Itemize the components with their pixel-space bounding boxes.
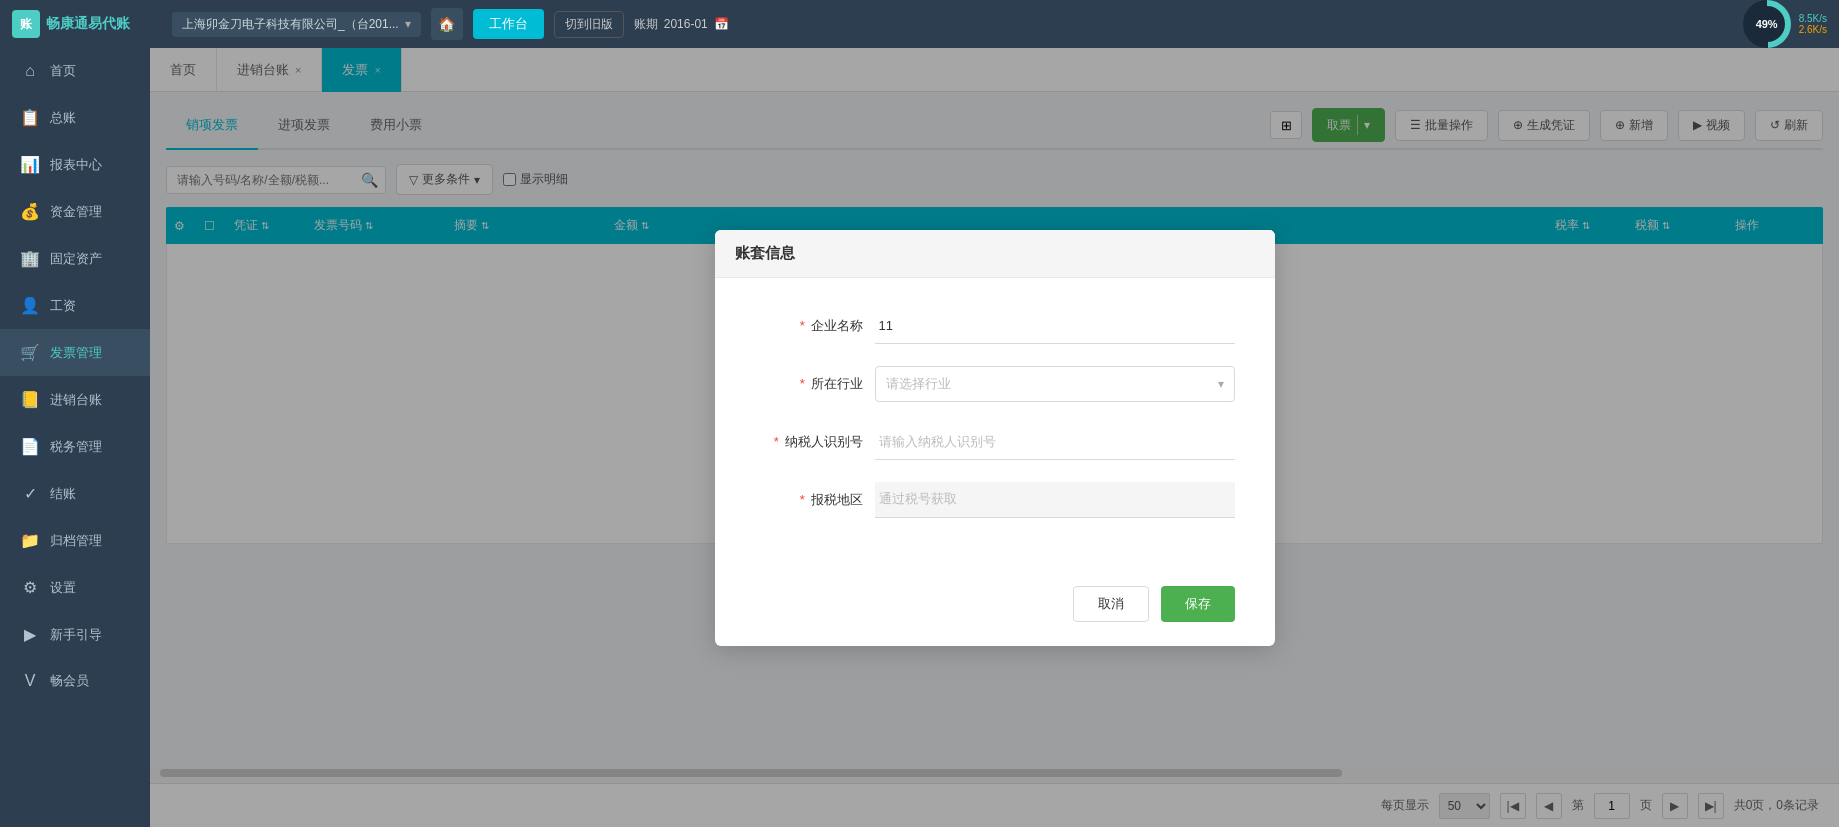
- sidebar-label-reports: 报表中心: [50, 156, 102, 174]
- period-label: 账期: [634, 16, 658, 33]
- old-version-button[interactable]: 切到旧版: [554, 11, 624, 38]
- sidebar-item-purchase-sales[interactable]: 📒 进销台账: [0, 376, 150, 423]
- sidebar-item-assets[interactable]: 🏢 固定资产: [0, 235, 150, 282]
- speed-down: 2.6K/s: [1799, 24, 1827, 35]
- input-tax-id[interactable]: [875, 424, 1235, 460]
- input-company[interactable]: [875, 308, 1235, 344]
- sidebar-item-guide[interactable]: ▶ 新手引导: [0, 611, 150, 658]
- modal-overlay: 账套信息 * 企业名称 * 所在行业: [150, 48, 1839, 827]
- sidebar-label-funds: 资金管理: [50, 203, 102, 221]
- payroll-icon: 👤: [20, 296, 40, 315]
- sidebar-label-purchase-sales: 进销台账: [50, 391, 102, 409]
- select-industry[interactable]: 请选择行业 ▾: [875, 366, 1235, 402]
- sidebar-item-ledger[interactable]: 📋 总账: [0, 94, 150, 141]
- invoice-icon: 🛒: [20, 343, 40, 362]
- settings-icon: ⚙: [20, 578, 40, 597]
- company-name: 上海卯金刀电子科技有限公司_（台201...: [182, 16, 399, 33]
- company-selector[interactable]: 上海卯金刀电子科技有限公司_（台201... ▾: [172, 12, 421, 37]
- top-bar: 账 畅康通易代账 上海卯金刀电子科技有限公司_（台201... ▾ 🏠 工作台 …: [0, 0, 1839, 48]
- workbench-button[interactable]: 工作台: [473, 9, 544, 39]
- sidebar-item-settings[interactable]: ⚙ 设置: [0, 564, 150, 611]
- top-bar-right: 49% 8.5K/s 2.6K/s: [1743, 0, 1827, 48]
- dialog-header: 账套信息: [715, 230, 1275, 278]
- speed-up: 8.5K/s: [1799, 13, 1827, 24]
- sidebar-item-member[interactable]: V 畅会员: [0, 658, 150, 704]
- sidebar-item-archive[interactable]: 📁 归档管理: [0, 517, 150, 564]
- sidebar-item-home[interactable]: ⌂ 首页: [0, 48, 150, 94]
- progress-circle: 49%: [1743, 0, 1791, 48]
- sidebar-label-archive: 归档管理: [50, 532, 102, 550]
- required-star-company: *: [800, 318, 805, 333]
- closing-icon: ✓: [20, 484, 40, 503]
- label-company: * 企业名称: [755, 317, 875, 335]
- select-industry-placeholder: 请选择行业: [886, 375, 1218, 393]
- save-button[interactable]: 保存: [1161, 586, 1235, 622]
- sidebar-label-guide: 新手引导: [50, 626, 102, 644]
- label-industry-text: 所在行业: [811, 376, 863, 391]
- calendar-icon[interactable]: 📅: [714, 17, 729, 31]
- sidebar-item-payroll[interactable]: 👤 工资: [0, 282, 150, 329]
- guide-icon: ▶: [20, 625, 40, 644]
- form-row-industry: * 所在行业 请选择行业 ▾: [755, 366, 1235, 402]
- sidebar-label-tax: 税务管理: [50, 438, 102, 456]
- required-star-industry: *: [800, 376, 805, 391]
- sidebar-label-payroll: 工资: [50, 297, 76, 315]
- member-icon: V: [20, 672, 40, 690]
- home-icon: ⌂: [20, 62, 40, 80]
- speed-values: 8.5K/s 2.6K/s: [1799, 13, 1827, 35]
- required-star-tax-region: *: [800, 492, 805, 507]
- select-industry-chevron: ▾: [1218, 377, 1224, 391]
- purchase-sales-icon: 📒: [20, 390, 40, 409]
- dialog: 账套信息 * 企业名称 * 所在行业: [715, 230, 1275, 646]
- reports-icon: 📊: [20, 155, 40, 174]
- funds-icon: 💰: [20, 202, 40, 221]
- period-value: 2016-01: [664, 17, 708, 31]
- dialog-body: * 企业名称 * 所在行业 请选择行业 ▾: [715, 278, 1275, 570]
- sidebar-label-invoice: 发票管理: [50, 344, 102, 362]
- logo-icon: 账: [12, 10, 40, 38]
- assets-icon: 🏢: [20, 249, 40, 268]
- tax-region-placeholder: 通过税号获取: [879, 490, 957, 508]
- cancel-button[interactable]: 取消: [1073, 586, 1149, 622]
- network-status: 49% 8.5K/s 2.6K/s: [1743, 0, 1827, 48]
- sidebar-label-closing: 结账: [50, 485, 76, 503]
- app-logo: 账 畅康通易代账: [12, 10, 162, 38]
- main-content: 首页 进销台账 × 发票 × 销项发票 进项发票 费用小票 ⊞: [150, 48, 1839, 827]
- sidebar: ⌂ 首页 📋 总账 📊 报表中心 💰 资金管理 🏢 固定资产 👤 工资 🛒 发票…: [0, 48, 150, 827]
- form-row-tax-id: * 纳税人识别号: [755, 424, 1235, 460]
- archive-icon: 📁: [20, 531, 40, 550]
- ledger-icon: 📋: [20, 108, 40, 127]
- form-row-company: * 企业名称: [755, 308, 1235, 344]
- sidebar-label-assets: 固定资产: [50, 250, 102, 268]
- label-tax-id: * 纳税人识别号: [755, 433, 875, 451]
- label-industry: * 所在行业: [755, 375, 875, 393]
- label-company-text: 企业名称: [811, 318, 863, 333]
- form-row-tax-region: * 报税地区 通过税号获取: [755, 482, 1235, 518]
- sidebar-item-invoice[interactable]: 🛒 发票管理: [0, 329, 150, 376]
- sidebar-label-settings: 设置: [50, 579, 76, 597]
- label-tax-region: * 报税地区: [755, 491, 875, 509]
- company-icon-btn[interactable]: 🏠: [431, 8, 463, 40]
- progress-pct: 49%: [1749, 6, 1785, 42]
- sidebar-item-closing[interactable]: ✓ 结账: [0, 470, 150, 517]
- sidebar-item-reports[interactable]: 📊 报表中心: [0, 141, 150, 188]
- sidebar-item-funds[interactable]: 💰 资金管理: [0, 188, 150, 235]
- dialog-title: 账套信息: [735, 244, 795, 261]
- sidebar-label-home: 首页: [50, 62, 76, 80]
- sidebar-label-member: 畅会员: [50, 672, 89, 690]
- app-name: 畅康通易代账: [46, 15, 130, 33]
- label-tax-id-text: 纳税人识别号: [785, 434, 863, 449]
- input-tax-region-disabled: 通过税号获取: [875, 482, 1235, 518]
- dialog-footer: 取消 保存: [715, 570, 1275, 646]
- sidebar-label-ledger: 总账: [50, 109, 76, 127]
- required-star-tax-id: *: [774, 434, 779, 449]
- company-dropdown-arrow: ▾: [405, 17, 411, 31]
- period-info: 账期 2016-01 📅: [634, 16, 729, 33]
- tax-icon: 📄: [20, 437, 40, 456]
- label-tax-region-text: 报税地区: [811, 492, 863, 507]
- sidebar-item-tax[interactable]: 📄 税务管理: [0, 423, 150, 470]
